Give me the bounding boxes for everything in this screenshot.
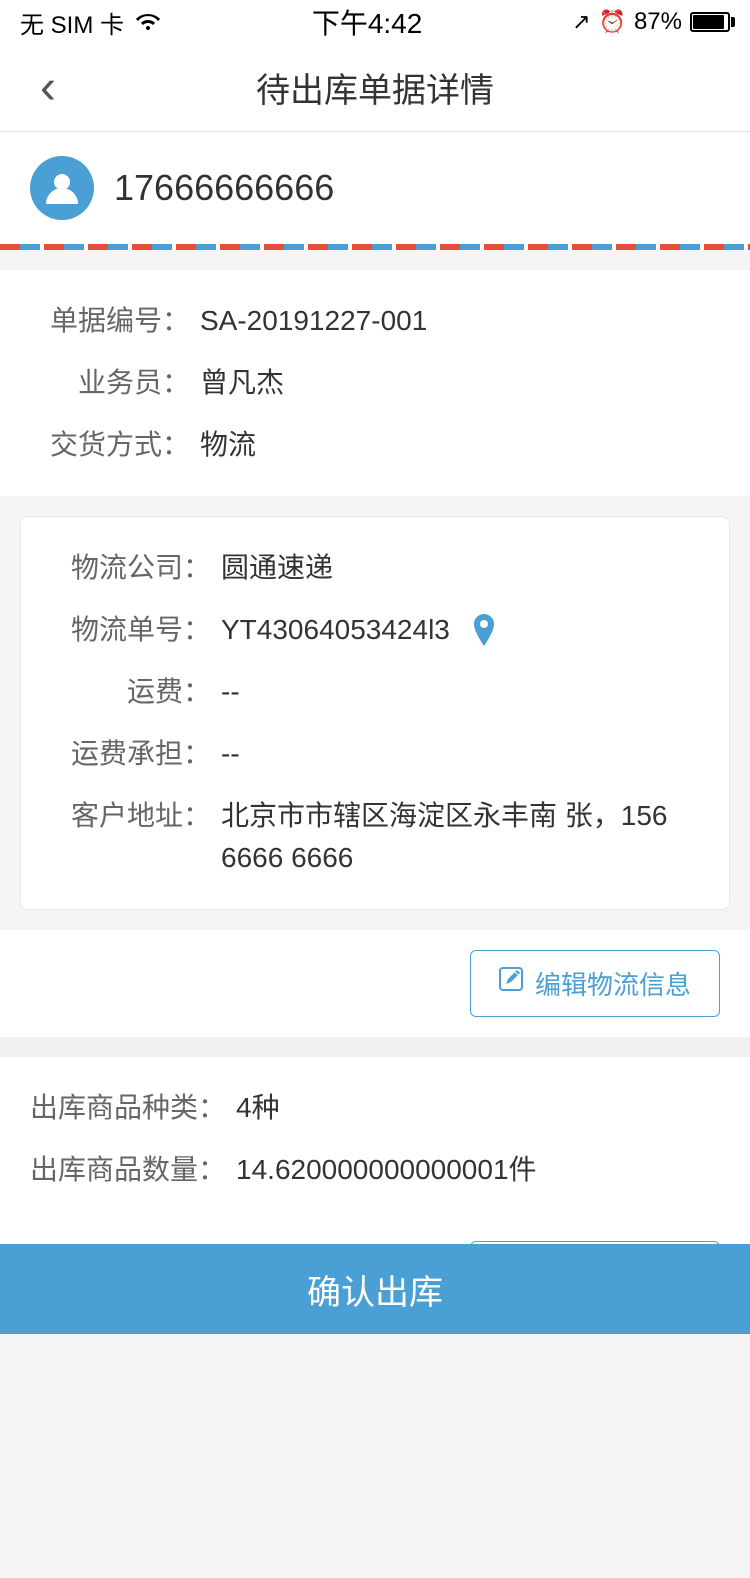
edit-logistics-button[interactable]: 编辑物流信息 (470, 950, 720, 1017)
status-bar-left: 无 SIM 卡 (20, 5, 162, 40)
avatar (30, 156, 94, 220)
goods-type-row: 出库商品种类： 4种 (30, 1087, 720, 1129)
edit-logistics-label: 编辑物流信息 (535, 965, 691, 1002)
freight-row: 运费： -- (51, 671, 699, 713)
customer-header: 17666666666 (0, 132, 750, 244)
dashed-divider (0, 244, 750, 250)
tracking-number-value: YT43064053424l3 (211, 609, 699, 651)
logistics-card: 物流公司： 圆通速递 物流单号： YT43064053424l3 运费： -- (20, 516, 730, 910)
location-status-icon: ↗ (572, 9, 590, 35)
logistics-company-row: 物流公司： 圆通速递 (51, 547, 699, 589)
order-number-value: SA-20191227-001 (190, 300, 720, 342)
delivery-method-row: 交货方式： 物流 (30, 424, 720, 466)
address-label: 客户地址： (51, 795, 211, 837)
tracking-number-row: 物流单号： YT43064053424l3 (51, 609, 699, 651)
confirm-button-container: 确认出库 (0, 1244, 750, 1334)
bottom-spacer (0, 1328, 750, 1488)
tracking-number-label: 物流单号： (51, 609, 211, 651)
edit-logistics-container: 编辑物流信息 (0, 930, 750, 1037)
address-value: 北京市市辖区海淀区永丰南 张，156 6666 6666 (211, 795, 699, 879)
logistics-company-label: 物流公司： (51, 547, 211, 589)
battery-icon (690, 12, 730, 32)
back-button[interactable]: ‹ (30, 50, 66, 125)
goods-quantity-label: 出库商品数量： (30, 1149, 226, 1191)
battery-percent: 87% (634, 8, 682, 36)
person-icon (42, 168, 82, 208)
alarm-icon: ⏰ (599, 9, 626, 35)
status-bar-time: 下午4:42 (312, 2, 423, 42)
section-separator-1 (0, 1037, 750, 1057)
salesperson-value: 曾凡杰 (190, 362, 720, 404)
delivery-method-label: 交货方式： (30, 424, 190, 466)
goods-quantity-value: 14.620000000000001件 (226, 1149, 720, 1191)
address-row: 客户地址： 北京市市辖区海淀区永丰南 张，156 6666 6666 (51, 795, 699, 879)
freight-bearer-row: 运费承担： -- (51, 733, 699, 775)
salesperson-label: 业务员： (30, 362, 190, 404)
order-info-section: 单据编号： SA-20191227-001 业务员： 曾凡杰 交货方式： 物流 (0, 270, 750, 496)
salesperson-row: 业务员： 曾凡杰 (30, 362, 720, 404)
page-title: 待出库单据详情 (256, 63, 494, 112)
order-number-label: 单据编号： (30, 300, 190, 342)
map-pin-icon (466, 612, 502, 648)
wifi-icon (134, 8, 162, 37)
goods-quantity-row: 出库商品数量： 14.620000000000001件 (30, 1149, 720, 1191)
nav-bar: ‹ 待出库单据详情 (0, 44, 750, 132)
logistics-company-value: 圆通速递 (211, 547, 699, 589)
edit-icon (499, 967, 525, 1000)
customer-phone: 17666666666 (114, 167, 334, 209)
order-number-row: 单据编号： SA-20191227-001 (30, 300, 720, 342)
status-bar: 无 SIM 卡 下午4:42 ↗ ⏰ 87% (0, 0, 750, 44)
freight-bearer-label: 运费承担： (51, 733, 211, 775)
carrier-text: 无 SIM 卡 (20, 5, 124, 40)
goods-type-label: 出库商品种类： (30, 1087, 226, 1129)
freight-bearer-value: -- (211, 733, 699, 775)
delivery-method-value: 物流 (190, 424, 720, 466)
confirm-button[interactable]: 确认出库 (0, 1244, 750, 1334)
freight-label: 运费： (51, 671, 211, 713)
goods-section: 出库商品种类： 4种 出库商品数量： 14.620000000000001件 (0, 1057, 750, 1221)
freight-value: -- (211, 671, 699, 713)
pencil-icon (499, 967, 525, 993)
goods-type-value: 4种 (226, 1087, 720, 1129)
status-bar-right: ↗ ⏰ 87% (572, 8, 730, 36)
